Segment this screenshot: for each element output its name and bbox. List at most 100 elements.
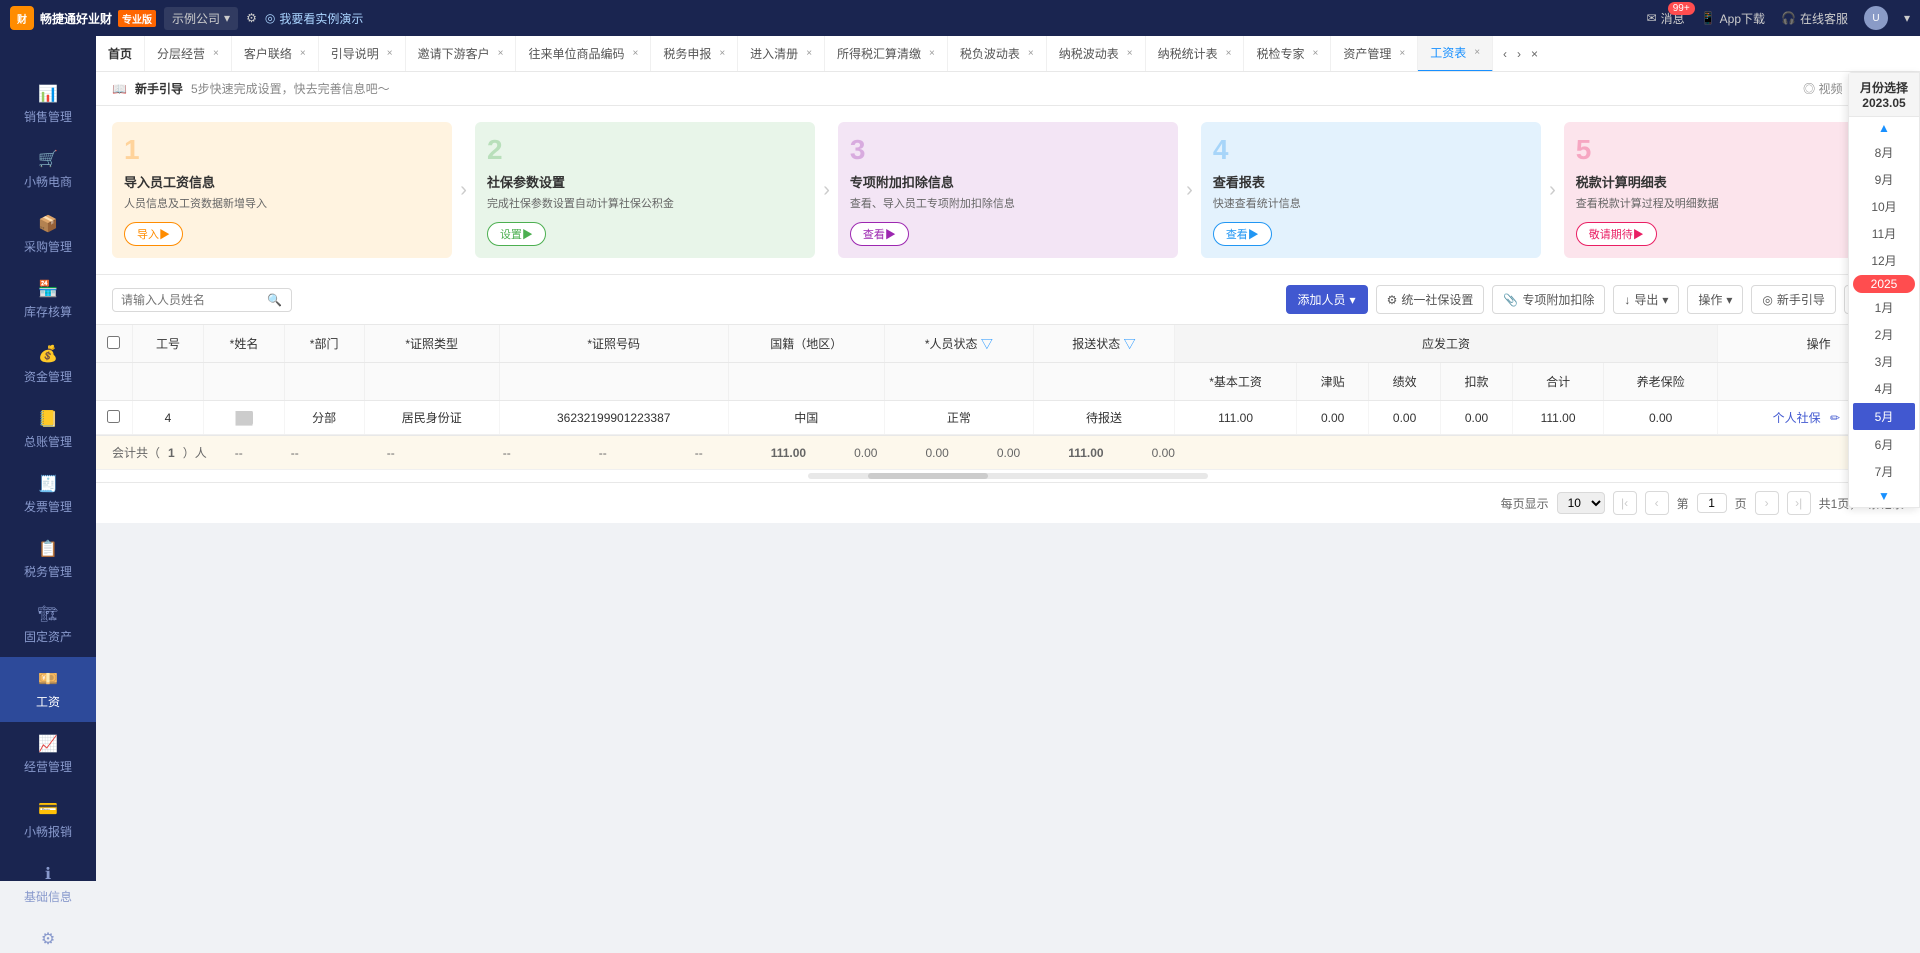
sidebar-item-ecommerce[interactable]: 🛒 小畅电商 <box>0 137 96 202</box>
month-item-8[interactable]: 8月 <box>1849 139 1919 166</box>
tab-customer[interactable]: 客户联络 × <box>232 36 319 72</box>
sidebar-item-finance[interactable]: 💰 资金管理 <box>0 332 96 397</box>
sidebar-item-invoice[interactable]: 🧾 发票管理 <box>0 462 96 527</box>
action-edit-icon[interactable]: ✏ <box>1830 411 1840 425</box>
report-filter-icon[interactable]: ▽ <box>1124 337 1136 351</box>
operation-button[interactable]: 操作 ▾ <box>1687 285 1743 314</box>
page-size-select[interactable]: 10 20 50 <box>1557 492 1605 514</box>
tab-salary[interactable]: 工资表 × <box>1418 36 1493 72</box>
tab-product-code[interactable]: 往来单位商品编码 × <box>516 36 651 72</box>
tab-close-all[interactable]: × <box>1527 45 1542 63</box>
tab-invite[interactable]: 邀请下游客户 × <box>406 36 517 72</box>
tab-tax-stats[interactable]: 纳税统计表 × <box>1146 36 1245 72</box>
select-all-checkbox[interactable] <box>107 336 120 349</box>
tab-assets[interactable]: 资产管理 × <box>1331 36 1418 72</box>
sidebar-item-inventory[interactable]: 🏪 库存核算 <box>0 267 96 332</box>
month-item-6[interactable]: 6月 <box>1849 431 1919 458</box>
current-page-input[interactable] <box>1697 493 1727 513</box>
tab-tax-expert[interactable]: 税检专家 × <box>1244 36 1331 72</box>
sidebar-item-sales[interactable]: 📊 销售管理 <box>0 72 96 137</box>
month-item-9[interactable]: 9月 <box>1849 166 1919 193</box>
tab-next-arrow[interactable]: › <box>1513 45 1525 63</box>
close-icon[interactable]: × <box>1226 48 1232 59</box>
close-icon[interactable]: × <box>1127 48 1133 59</box>
page-first-button[interactable]: |‹ <box>1613 491 1637 515</box>
th-name: *姓名 <box>204 325 284 363</box>
demo-link[interactable]: ◎ 我要看实例演示 <box>265 10 364 27</box>
th-select-all[interactable] <box>96 325 132 363</box>
close-icon[interactable]: × <box>1399 48 1405 59</box>
step-btn-5[interactable]: 敬请期待▶ <box>1576 222 1657 246</box>
new-guide-button[interactable]: ◎ 新手引导 <box>1751 285 1836 314</box>
unified-setting-button[interactable]: ⚙ 统一社保设置 <box>1376 285 1485 314</box>
step-btn-4[interactable]: 查看▶ <box>1213 222 1272 246</box>
page-prev-button[interactable]: ‹ <box>1645 491 1669 515</box>
user-avatar[interactable]: U <box>1864 6 1888 30</box>
close-icon[interactable]: × <box>213 48 219 59</box>
tab-prev-arrow[interactable]: ‹ <box>1499 45 1511 63</box>
purchase-icon: 📦 <box>38 214 58 234</box>
month-item-5[interactable]: 5月 <box>1853 403 1915 430</box>
row-checkbox[interactable] <box>107 410 120 423</box>
month-item-4[interactable]: 4月 <box>1849 375 1919 402</box>
add-person-button[interactable]: 添加人员 ▾ <box>1286 285 1368 314</box>
cell-report-status: 待报送 <box>1033 401 1174 435</box>
sidebar-item-tax[interactable]: 📋 税务管理 <box>0 527 96 592</box>
step-btn-3[interactable]: 查看▶ <box>850 222 909 246</box>
sidebar-item-assets[interactable]: 🏗 固定资产 <box>0 592 96 657</box>
status-filter-icon[interactable]: ▽ <box>981 337 993 351</box>
month-item-7[interactable]: 7月 <box>1849 458 1919 485</box>
close-icon[interactable]: × <box>1312 48 1318 59</box>
tab-home[interactable]: 首页 <box>96 36 145 72</box>
close-icon[interactable]: × <box>387 48 393 59</box>
page-next-button[interactable]: › <box>1755 491 1779 515</box>
close-icon[interactable]: × <box>300 48 306 59</box>
tab-guide-intro[interactable]: 引导说明 × <box>319 36 406 72</box>
month-item-12[interactable]: 12月 <box>1849 247 1919 274</box>
message-button[interactable]: ✉ 消息 99+ <box>1647 10 1685 27</box>
app-download-button[interactable]: 📱 App下载 <box>1701 10 1765 27</box>
close-icon[interactable]: × <box>1474 47 1480 58</box>
month-item-3[interactable]: 3月 <box>1849 348 1919 375</box>
sidebar-item-ops[interactable]: 📈 经营管理 <box>0 722 96 787</box>
month-item-11[interactable]: 11月 <box>1849 220 1919 247</box>
sidebar-item-purchase[interactable]: 📦 采购管理 <box>0 202 96 267</box>
month-item-2[interactable]: 2月 <box>1849 321 1919 348</box>
month-picker-up-button[interactable]: ▲ <box>1849 117 1919 139</box>
close-icon[interactable]: × <box>806 48 812 59</box>
sidebar-item-salary[interactable]: 💴 工资 <box>0 657 96 722</box>
tab-tax-report[interactable]: 税务申报 × <box>651 36 738 72</box>
search-icon[interactable]: 🔍 <box>267 293 282 307</box>
sidebar-item-ledger[interactable]: 📒 总账管理 <box>0 397 96 462</box>
online-service-button[interactable]: 🎧 在线客服 <box>1781 10 1848 27</box>
row-checkbox-cell[interactable] <box>96 401 132 435</box>
tab-tax-wave[interactable]: 纳税波动表 × <box>1047 36 1146 72</box>
search-input[interactable] <box>121 293 261 307</box>
user-dropdown[interactable]: ▾ <box>1904 11 1910 25</box>
tab-tier[interactable]: 分层经营 × <box>145 36 232 72</box>
close-icon[interactable]: × <box>1028 48 1034 59</box>
search-input-wrapper[interactable]: 🔍 <box>112 288 292 312</box>
export-button[interactable]: ↓ 导出 ▾ <box>1613 285 1679 314</box>
tab-income-tax[interactable]: 所得税汇算清缴 × <box>825 36 948 72</box>
month-picker-down-button[interactable]: ▼ <box>1849 485 1919 507</box>
step-btn-2[interactable]: 设置▶ <box>487 222 546 246</box>
close-icon[interactable]: × <box>719 48 725 59</box>
special-deduction-button[interactable]: 📎 专项附加扣除 <box>1492 285 1605 314</box>
scroll-track[interactable] <box>808 473 1208 479</box>
month-item-1[interactable]: 1月 <box>1849 294 1919 321</box>
sidebar-item-expense[interactable]: 💳 小畅报销 <box>0 787 96 852</box>
close-icon[interactable]: × <box>929 48 935 59</box>
tab-tax-burden[interactable]: 税负波动表 × <box>948 36 1047 72</box>
settings-icon[interactable]: ⚙ <box>246 11 257 25</box>
guide-video-link[interactable]: ◎ 视频 <box>1803 80 1842 97</box>
close-icon[interactable]: × <box>632 48 638 59</box>
step-btn-1[interactable]: 导入▶ <box>124 222 183 246</box>
page-last-button[interactable]: ›| <box>1787 491 1811 515</box>
step-desc-1: 人员信息及工资数据新增导入 <box>124 197 440 212</box>
close-icon[interactable]: × <box>498 48 504 59</box>
tab-clearance[interactable]: 进入清册 × <box>738 36 825 72</box>
org-selector[interactable]: 示例公司 ▾ <box>164 7 238 30</box>
month-item-10[interactable]: 10月 <box>1849 193 1919 220</box>
action-social-insurance[interactable]: 个人社保 <box>1773 411 1821 425</box>
